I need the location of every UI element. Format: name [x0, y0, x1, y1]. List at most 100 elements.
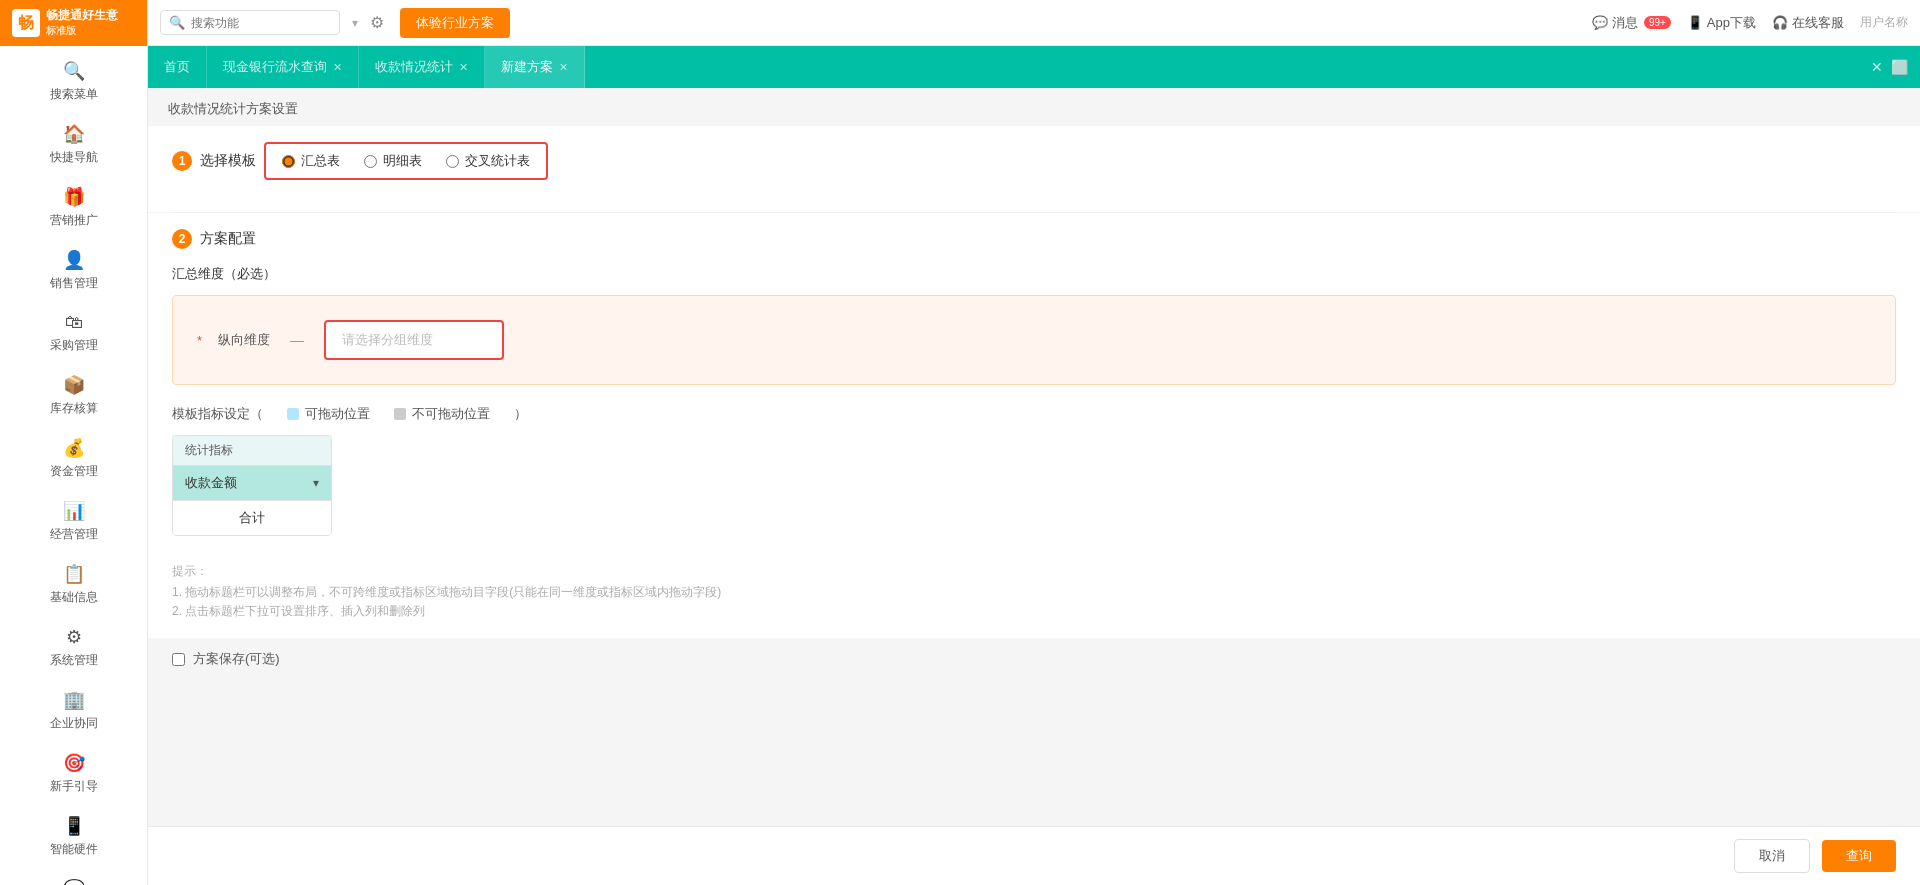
tab-maximize-icon[interactable]: ⬜ [1891, 59, 1908, 75]
dimension-area: * 纵向维度 — 请选择分组维度 [172, 295, 1896, 385]
person-icon: 👤 [63, 249, 85, 271]
logo-icon: 畅 [12, 9, 40, 37]
bag-icon: 🛍 [65, 312, 83, 333]
sidebar-item-operation[interactable]: 📊 经营管理 [0, 490, 147, 553]
save-option-bar: 方案保存(可选) [148, 638, 1920, 680]
save-checkbox[interactable] [172, 653, 185, 666]
chat-icon: 💬 [63, 878, 85, 885]
metrics-table: 统计指标 收款金额 ▾ 合计 [172, 435, 332, 536]
metrics-subsection: 模板指标设定（ 可拖动位置 不可拖动位置 ） 统计指标 收款金额 [172, 405, 1896, 539]
message-icon: 💬 [1592, 15, 1608, 30]
box-icon: 📦 [63, 374, 85, 396]
content-area: 收款情况统计方案设置 1 选择模板 汇总表 明细表 [148, 88, 1920, 826]
sidebar-item-smart-hw[interactable]: 📱 智能硬件 [0, 805, 147, 868]
tips-section: 提示： 1. 拖动标题栏可以调整布局，不可跨维度或指标区域拖动目字段(只能在同一… [148, 555, 1920, 638]
tab-collection-stat[interactable]: 收款情况统计 ✕ [359, 46, 485, 88]
search-icon: 🔍 [169, 15, 185, 30]
radio-detail[interactable]: 明细表 [364, 152, 422, 170]
main-area: 🔍 ▾ ⚙ 体验行业方案 💬 消息 99+ 📱 App下载 🎧 在线客服 用户名… [148, 0, 1920, 885]
dropdown-chevron-icon[interactable]: ▾ [352, 16, 358, 30]
notification-item[interactable]: 💬 消息 99+ [1592, 14, 1671, 32]
sidebar-logo: 畅 畅捷通好生意 标准版 [0, 0, 147, 46]
radio-detail-input[interactable] [364, 155, 377, 168]
movable-dot [287, 408, 299, 420]
sidebar-item-inventory[interactable]: 📦 库存核算 [0, 364, 147, 427]
sidebar-item-search-menu[interactable]: 🔍 搜索菜单 [0, 50, 147, 113]
sidebar-item-quick-nav[interactable]: 🏠 快捷导航 [0, 113, 147, 176]
trial-btn[interactable]: 体验行业方案 [400, 8, 510, 38]
tips-label: 提示： [172, 563, 1896, 580]
download-item[interactable]: 📱 App下载 [1687, 14, 1756, 32]
sidebar-item-wechat[interactable]: 💬 企业微信 [0, 868, 147, 885]
radio-summary[interactable]: 汇总表 [282, 152, 340, 170]
required-asterisk: * [197, 333, 202, 348]
vertical-dim-label: 纵向维度 [218, 331, 270, 349]
section2-title: 方案配置 [200, 230, 256, 248]
section1-header: 1 选择模板 汇总表 明细表 交叉统计表 [172, 142, 1896, 180]
sidebar-item-sales[interactable]: 👤 销售管理 [0, 239, 147, 302]
metrics-setting-label: 模板指标设定（ [172, 405, 263, 423]
action-bar: 取消 查询 [148, 826, 1920, 885]
query-button[interactable]: 查询 [1822, 840, 1896, 872]
metrics-row-chevron-icon[interactable]: ▾ [313, 476, 319, 490]
gift-icon: 🎁 [63, 186, 85, 208]
fixed-dot [394, 408, 406, 420]
movable-legend: 可拖动位置 [287, 405, 370, 423]
dim-select-dropdown[interactable]: 请选择分组维度 [324, 320, 504, 360]
tab-close-bank-flow[interactable]: ✕ [333, 62, 342, 73]
save-label: 方案保存(可选) [193, 650, 280, 668]
template-radio-group: 汇总表 明细表 交叉统计表 [264, 142, 548, 180]
home-icon: 🏠 [63, 123, 85, 145]
search-input[interactable] [191, 16, 311, 30]
tips-item-2: 2. 点击标题栏下拉可设置排序、插入列和删除列 [172, 603, 1896, 620]
tab-close-collection-stat[interactable]: ✕ [459, 62, 468, 73]
search-menu-icon: 🔍 [63, 60, 85, 82]
settings-icon[interactable]: ⚙ [370, 13, 384, 32]
cancel-button[interactable]: 取消 [1734, 839, 1810, 873]
support-icon: 🎧 [1772, 15, 1788, 30]
sidebar-item-system[interactable]: ⚙ 系统管理 [0, 616, 147, 679]
tab-new-plan[interactable]: 新建方案 ✕ [485, 46, 585, 88]
sidebar-item-finance[interactable]: 💰 资金管理 [0, 427, 147, 490]
topbar: 🔍 ▾ ⚙ 体验行业方案 💬 消息 99+ 📱 App下载 🎧 在线客服 用户名… [148, 0, 1920, 46]
money-icon: 💰 [63, 437, 85, 459]
topbar-search-box[interactable]: 🔍 [160, 10, 340, 35]
tab-home[interactable]: 首页 [148, 46, 207, 88]
metrics-table-header: 统计指标 [173, 436, 331, 466]
clipboard-icon: 📋 [63, 563, 85, 585]
dimension-subtitle: 汇总维度（必选） [172, 265, 1896, 283]
fixed-legend: 不可拖动位置 [394, 405, 490, 423]
target-icon: 🎯 [63, 752, 85, 774]
tab-bank-flow[interactable]: 现金银行流水查询 ✕ [207, 46, 359, 88]
metrics-row-collection-amount[interactable]: 收款金额 ▾ [173, 466, 331, 500]
sidebar-item-purchase[interactable]: 🛍 采购管理 [0, 302, 147, 364]
sidebar-item-marketing[interactable]: 🎁 营销推广 [0, 176, 147, 239]
enterprise-icon: 🏢 [63, 689, 85, 711]
chart-icon: 📊 [63, 500, 85, 522]
section1-title: 选择模板 [200, 152, 256, 170]
tab-close-new-plan[interactable]: ✕ [559, 62, 568, 73]
tabbar-actions: ✕ ⬜ [1859, 46, 1920, 88]
gear-icon: ⚙ [66, 626, 82, 648]
sidebar-item-enterprise[interactable]: 🏢 企业协同 [0, 679, 147, 742]
sidebar-item-newbie[interactable]: 🎯 新手引导 [0, 742, 147, 805]
radio-summary-input[interactable] [282, 155, 295, 168]
radio-cross[interactable]: 交叉统计表 [446, 152, 530, 170]
tab-close-icon[interactable]: ✕ [1871, 59, 1883, 75]
page-title: 收款情况统计方案设置 [168, 101, 298, 116]
sidebar: 畅 畅捷通好生意 标准版 🔍 搜索菜单 🏠 快捷导航 🎁 营销推广 👤 销售管理… [0, 0, 148, 885]
support-item[interactable]: 🎧 在线客服 [1772, 14, 1844, 32]
section2-num: 2 [172, 229, 192, 249]
logo-text: 畅捷通好生意 标准版 [46, 8, 118, 38]
section1-num: 1 [172, 151, 192, 171]
section-plan-config: 2 方案配置 汇总维度（必选） * 纵向维度 — 请选择分组维度 [148, 213, 1920, 555]
topbar-right: 💬 消息 99+ 📱 App下载 🎧 在线客服 用户名称 [1592, 14, 1908, 32]
tips-item-1: 1. 拖动标题栏可以调整布局，不可跨维度或指标区域拖动目字段(只能在同一维度或指… [172, 584, 1896, 601]
download-icon: 📱 [1687, 15, 1703, 30]
metrics-header-row: 模板指标设定（ 可拖动位置 不可拖动位置 ） [172, 405, 1896, 423]
sidebar-item-basic-info[interactable]: 📋 基础信息 [0, 553, 147, 616]
radio-cross-input[interactable] [446, 155, 459, 168]
section-select-template: 1 选择模板 汇总表 明细表 交叉统计表 [148, 126, 1920, 212]
notification-badge: 99+ [1644, 16, 1671, 29]
mobile-icon: 📱 [63, 815, 85, 837]
